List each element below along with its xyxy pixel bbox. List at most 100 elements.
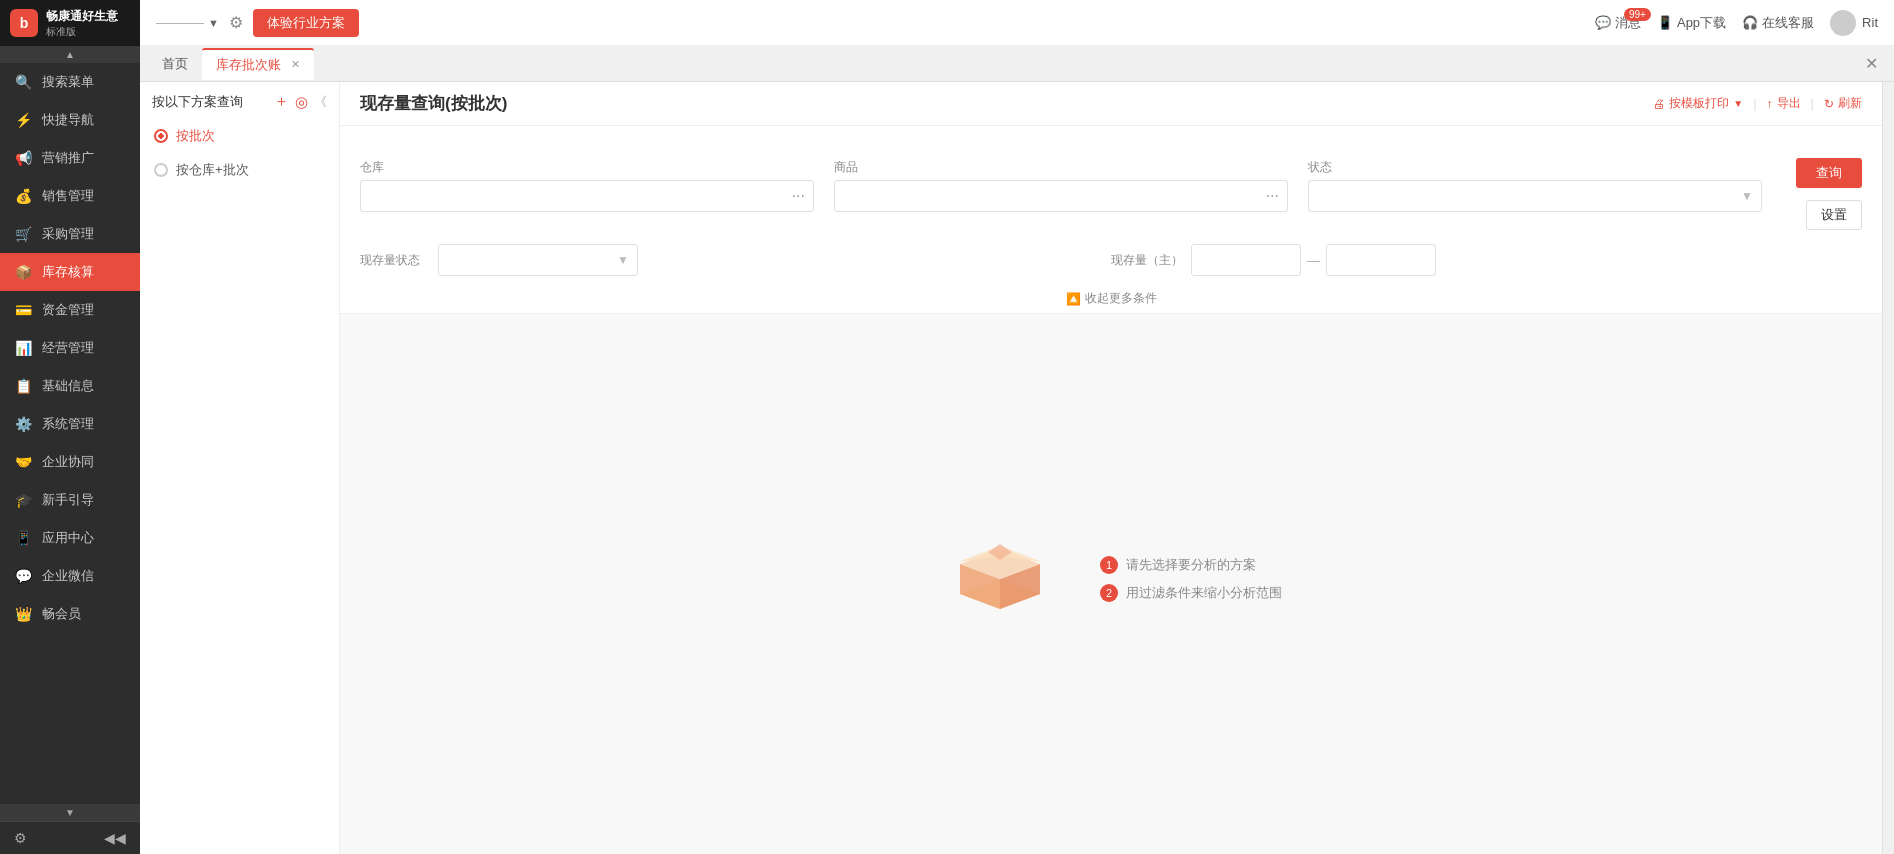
refresh-button[interactable]: ↻ 刷新 bbox=[1824, 95, 1862, 112]
user-avatar bbox=[1830, 10, 1856, 36]
sidebar-item-quick-nav[interactable]: ⚡ 快捷导航 bbox=[0, 101, 140, 139]
page-title: 现存量查询(按批次) bbox=[360, 92, 507, 115]
filter-settings-icon[interactable]: ◎ bbox=[295, 93, 308, 111]
app-version: 标准版 bbox=[46, 25, 118, 39]
print-button[interactable]: 🖨 按模板打印 ▼ bbox=[1653, 95, 1743, 112]
message-icon: 💬 bbox=[1595, 15, 1611, 30]
product-input-box[interactable]: ··· bbox=[834, 180, 1288, 212]
tab-bar-right: ✕ bbox=[1865, 54, 1886, 73]
warehouse-input-box[interactable]: ··· bbox=[360, 180, 814, 212]
collapse-sidebar-icon[interactable]: ◀◀ bbox=[104, 830, 126, 846]
online-service-action[interactable]: 🎧 在线客服 bbox=[1742, 14, 1814, 32]
inventory-icon: 📦 bbox=[14, 263, 32, 281]
sidebar-item-app-center-label: 应用中心 bbox=[42, 529, 94, 547]
header-dropdown-arrow: ▼ bbox=[208, 17, 219, 29]
app-download-action[interactable]: 📱 App下载 bbox=[1657, 14, 1726, 32]
sidebar-item-newbie[interactable]: 🎓 新手引导 bbox=[0, 481, 140, 519]
user-name: Rit bbox=[1862, 15, 1878, 30]
messages-action[interactable]: 💬 消息 99+ bbox=[1595, 14, 1641, 32]
settings-button[interactable]: 设置 bbox=[1806, 200, 1862, 230]
sales-icon: 💰 bbox=[14, 187, 32, 205]
page-title-actions: 🖨 按模板打印 ▼ | ↑ 导出 | ↻ 刷新 bbox=[1653, 95, 1862, 112]
product-label: 商品 bbox=[834, 159, 1288, 176]
tab-home[interactable]: 首页 bbox=[148, 49, 202, 79]
member-icon: 👑 bbox=[14, 605, 32, 623]
search-nav-icon: 🔍 bbox=[14, 73, 32, 91]
main-area: ———— ▼ ⚙ 体验行业方案 💬 消息 99+ 📱 App下载 🎧 在线客服 bbox=[140, 0, 1894, 854]
product-input[interactable] bbox=[835, 188, 1258, 203]
tab-batch-account-label: 库存批次账 bbox=[216, 56, 281, 74]
trial-button[interactable]: 体验行业方案 bbox=[253, 9, 359, 37]
sidebar-item-inventory-label: 库存核算 bbox=[42, 263, 94, 281]
inventory-status-select[interactable]: ▼ bbox=[438, 244, 638, 276]
product-dots-btn[interactable]: ··· bbox=[1258, 187, 1287, 205]
sidebar-item-finance[interactable]: 💳 资金管理 bbox=[0, 291, 140, 329]
conditions-row-2: 现存量状态 ▼ 现存量（主） — bbox=[360, 244, 1862, 276]
warehouse-input[interactable] bbox=[361, 188, 784, 203]
empty-illustration-svg bbox=[940, 524, 1060, 644]
panel-close-button[interactable]: ✕ bbox=[1865, 54, 1878, 73]
empty-state: 1 请先选择要分析的方案 2 用过滤条件来缩小分析范围 bbox=[340, 314, 1882, 854]
status-select[interactable]: ▼ bbox=[1308, 180, 1762, 212]
refresh-label: 刷新 bbox=[1838, 95, 1862, 112]
app-download-label: App下载 bbox=[1677, 14, 1726, 32]
user-profile[interactable]: Rit bbox=[1830, 10, 1878, 36]
sidebar-scroll-down[interactable]: ▼ bbox=[0, 804, 140, 821]
sidebar-item-system[interactable]: ⚙️ 系统管理 bbox=[0, 405, 140, 443]
filter-add-icon[interactable]: ＋ bbox=[274, 92, 289, 111]
export-icon: ↑ bbox=[1767, 97, 1773, 111]
sidebar-item-wechat[interactable]: 💬 企业微信 bbox=[0, 557, 140, 595]
product-field: 商品 ··· bbox=[834, 159, 1308, 212]
sidebar-item-base-info[interactable]: 📋 基础信息 bbox=[0, 367, 140, 405]
header-dropdown-text: ———— bbox=[156, 16, 204, 30]
sidebar-item-operations[interactable]: 📊 经营管理 bbox=[0, 329, 140, 367]
sidebar-item-marketing-label: 营销推广 bbox=[42, 149, 94, 167]
warehouse-dots-btn[interactable]: ··· bbox=[784, 187, 813, 205]
inventory-status-field: 现存量状态 ▼ bbox=[360, 244, 1111, 276]
filter-item-by-warehouse-batch[interactable]: 按仓库+批次 bbox=[140, 153, 339, 187]
filter-panel-title: 按以下方案查询 bbox=[152, 93, 243, 111]
sidebar-footer: ⚙ ◀◀ bbox=[0, 821, 140, 854]
messages-badge: 99+ bbox=[1624, 8, 1651, 21]
collapse-more-label: 收起更多条件 bbox=[1085, 290, 1157, 307]
sidebar-item-enterprise[interactable]: 🤝 企业协同 bbox=[0, 443, 140, 481]
right-scrollbar[interactable] bbox=[1882, 82, 1894, 854]
sidebar-scroll-up[interactable]: ▲ bbox=[0, 46, 140, 63]
sidebar-nav: 🔍 搜索菜单 ⚡ 快捷导航 📢 营销推广 💰 销售管理 🛒 采购管理 📦 库存核… bbox=[0, 63, 140, 804]
warehouse-label: 仓库 bbox=[360, 159, 814, 176]
main-content: 现存量查询(按批次) 🖨 按模板打印 ▼ | ↑ 导出 | ↻ bbox=[340, 82, 1882, 854]
qty-max-input[interactable] bbox=[1326, 244, 1436, 276]
qty-min-input[interactable] bbox=[1191, 244, 1301, 276]
filter-collapse-icon[interactable]: 《 bbox=[314, 93, 327, 111]
sidebar-item-member[interactable]: 👑 畅会员 bbox=[0, 595, 140, 633]
settings-footer-icon[interactable]: ⚙ bbox=[14, 830, 27, 846]
qty-label: 现存量（主） bbox=[1111, 252, 1183, 269]
tab-close-batch-account[interactable]: ✕ bbox=[291, 58, 300, 71]
query-button[interactable]: 查询 bbox=[1796, 158, 1862, 188]
sidebar-item-newbie-label: 新手引导 bbox=[42, 491, 94, 509]
export-button[interactable]: ↑ 导出 bbox=[1767, 95, 1801, 112]
sidebar-item-search[interactable]: 🔍 搜索菜单 bbox=[0, 63, 140, 101]
collapse-up-icon: 🔼 bbox=[1066, 292, 1081, 306]
company-name: 畅康通好生意 bbox=[46, 8, 118, 25]
base-info-icon: 📋 bbox=[14, 377, 32, 395]
print-label: 按模板打印 bbox=[1669, 95, 1729, 112]
filter-item-by-batch[interactable]: 按批次 bbox=[140, 119, 339, 153]
collapse-more[interactable]: 🔼 收起更多条件 bbox=[360, 284, 1862, 313]
sidebar-item-purchase[interactable]: 🛒 采购管理 bbox=[0, 215, 140, 253]
qty-range: — bbox=[1191, 244, 1436, 276]
header-gear-icon[interactable]: ⚙ bbox=[229, 13, 243, 32]
sidebar-item-marketing[interactable]: 📢 营销推广 bbox=[0, 139, 140, 177]
page-title-bar: 现存量查询(按批次) 🖨 按模板打印 ▼ | ↑ 导出 | ↻ bbox=[340, 82, 1882, 126]
service-icon: 🎧 bbox=[1742, 15, 1758, 30]
sidebar-item-base-info-label: 基础信息 bbox=[42, 377, 94, 395]
header-dropdown[interactable]: ———— ▼ bbox=[156, 16, 219, 30]
sidebar-item-app-center[interactable]: 📱 应用中心 bbox=[0, 519, 140, 557]
tab-batch-account[interactable]: 库存批次账 ✕ bbox=[202, 48, 314, 80]
sidebar-item-inventory[interactable]: 📦 库存核算 bbox=[0, 253, 140, 291]
conditions-row-1: 仓库 ··· 商品 ··· bbox=[360, 140, 1862, 230]
sidebar-item-search-label: 搜索菜单 bbox=[42, 73, 94, 91]
sidebar-header: b 畅康通好生意 标准版 bbox=[0, 0, 140, 46]
inventory-status-label: 现存量状态 bbox=[360, 252, 430, 269]
sidebar-item-sales[interactable]: 💰 销售管理 bbox=[0, 177, 140, 215]
